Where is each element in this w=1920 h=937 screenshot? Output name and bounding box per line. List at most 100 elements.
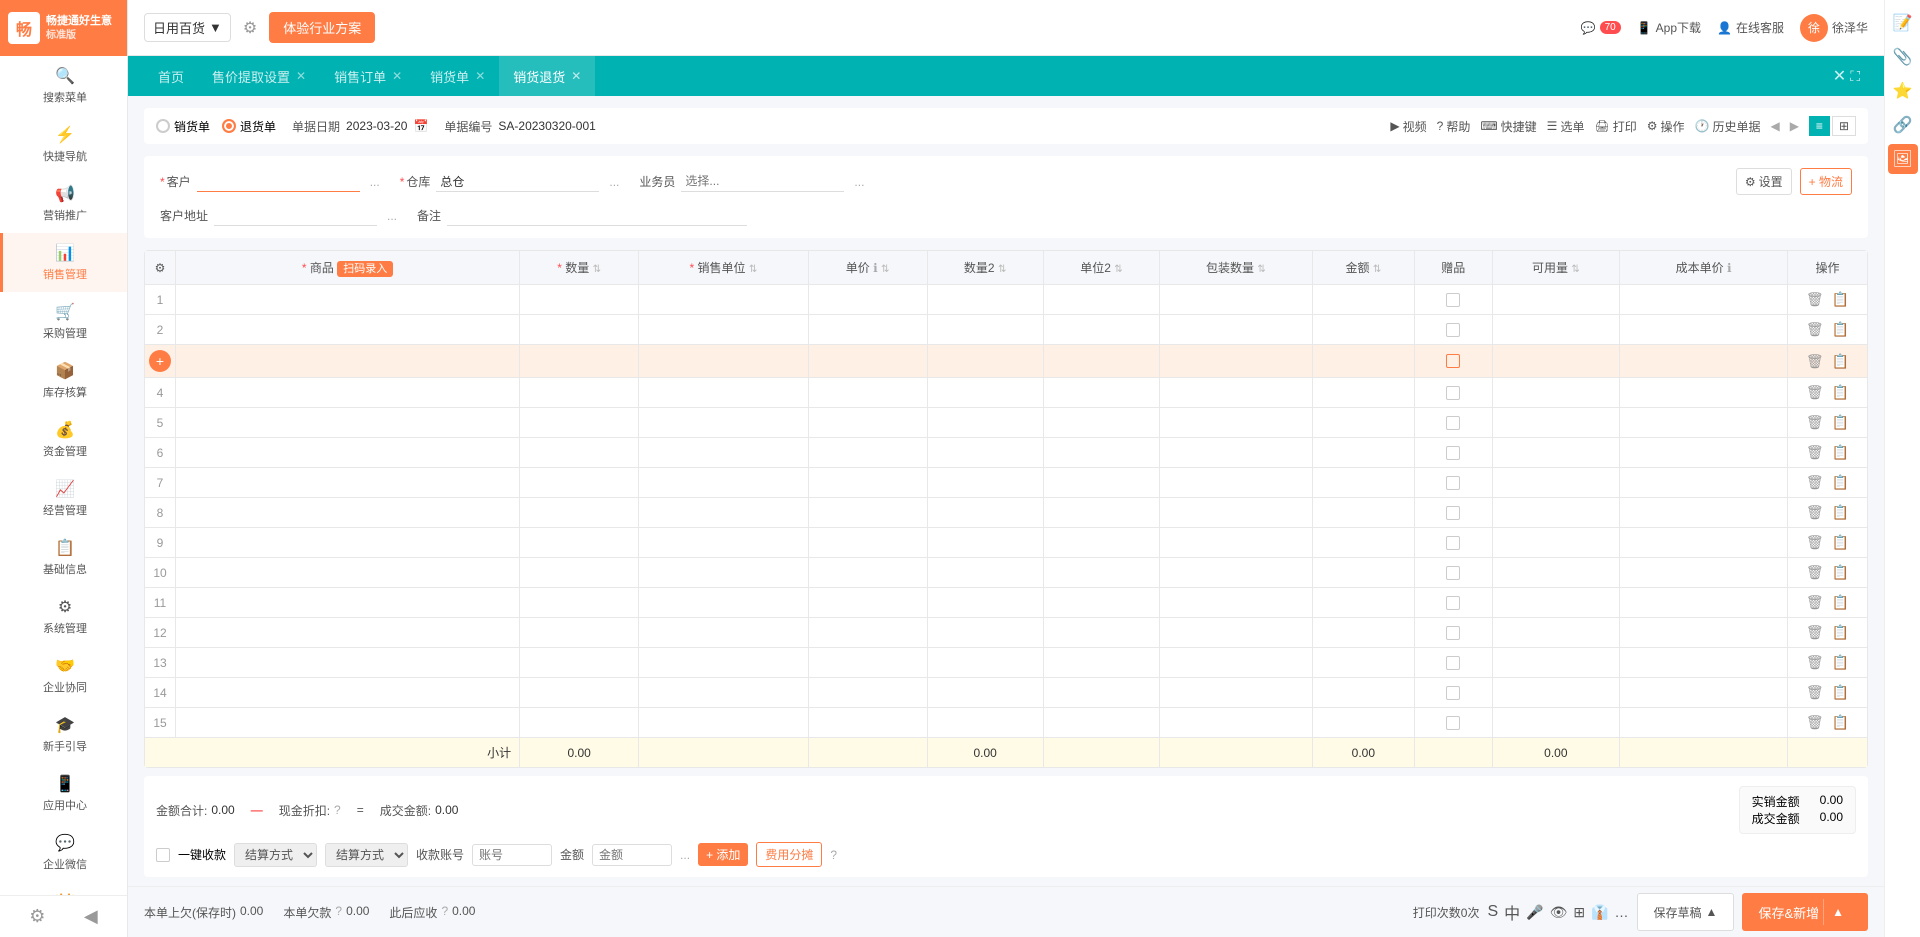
gift-checkbox-6[interactable] xyxy=(1446,446,1460,460)
gift-checkbox-10[interactable] xyxy=(1446,566,1460,580)
single-debt-help[interactable]: ? xyxy=(335,904,342,921)
row-1-pack[interactable] xyxy=(1160,285,1313,315)
shirt-icon[interactable]: 👔 xyxy=(1591,904,1608,921)
close-tab-icon[interactable]: ✕ xyxy=(1833,66,1846,86)
history-btn[interactable]: 🕐 历史单据 xyxy=(1694,118,1760,135)
radio-return[interactable]: 退货单 xyxy=(222,118,276,135)
sidebar-item-inventory[interactable]: 📦 库存核算 xyxy=(0,351,127,410)
copy-icon-14[interactable]: 📋 xyxy=(1832,684,1849,701)
copy-icon-6[interactable]: 📋 xyxy=(1832,444,1849,461)
app-download-btn[interactable]: 📱 App下载 xyxy=(1637,19,1701,36)
gift-checkbox-9[interactable] xyxy=(1446,536,1460,550)
save-draft-btn[interactable]: 保存草稿 ▲ xyxy=(1637,893,1735,931)
sidebar-item-sales[interactable]: 📊 销售管理 xyxy=(0,233,127,292)
sidebar-item-enterprise[interactable]: 🤝 企业协同 xyxy=(0,646,127,705)
copy-icon-5[interactable]: 📋 xyxy=(1832,414,1849,431)
sort-amount-icon[interactable]: ⇅ xyxy=(1373,264,1381,275)
copy-icon-9[interactable]: 📋 xyxy=(1832,534,1849,551)
account-input[interactable] xyxy=(472,844,552,866)
delete-icon-10[interactable]: 🗑 xyxy=(1806,564,1824,581)
settings-btn[interactable]: ⚙ 设置 xyxy=(1736,168,1792,195)
row-1-unit[interactable] xyxy=(639,285,808,315)
delete-icon-3[interactable]: 🗑 xyxy=(1806,353,1824,370)
calendar-icon[interactable]: 📅 xyxy=(413,119,428,133)
delete-icon-4[interactable]: 🗑 xyxy=(1806,384,1824,401)
payment-help-icon[interactable]: ? xyxy=(830,848,837,862)
copy-icon-11[interactable]: 📋 xyxy=(1832,594,1849,611)
cost-info-icon[interactable]: ℹ xyxy=(1727,261,1732,275)
sidebar-item-basic[interactable]: 📋 基础信息 xyxy=(0,528,127,587)
sogou-icon[interactable]: S xyxy=(1487,903,1498,921)
print-btn[interactable]: 🖨 打印 xyxy=(1594,118,1636,135)
sidebar-item-finance[interactable]: 💰 资金管理 xyxy=(0,410,127,469)
receivable-help[interactable]: ? xyxy=(441,904,448,921)
staff-dots[interactable]: ... xyxy=(854,175,864,189)
calculate-method-select[interactable]: 结算方式 xyxy=(325,843,408,867)
mic-icon[interactable]: 🎤 xyxy=(1526,904,1543,921)
online-service-btn[interactable]: 👤 在线客服 xyxy=(1717,19,1784,36)
sidebar-item-search[interactable]: 🔍 搜索菜单 xyxy=(0,56,127,115)
zh-icon[interactable]: 中 xyxy=(1504,900,1520,924)
tab-sale-delivery[interactable]: 销货单 ✕ xyxy=(416,56,499,96)
rp-image-btn[interactable]: 🖼 xyxy=(1888,144,1918,174)
gift-checkbox-12[interactable] xyxy=(1446,626,1460,640)
amount-input[interactable] xyxy=(592,844,672,866)
delete-icon-13[interactable]: 🗑 xyxy=(1806,654,1824,671)
product-input-3[interactable] xyxy=(180,354,515,368)
sidebar-item-shortcut[interactable]: ⚡ 快捷导航 xyxy=(0,115,127,174)
prev-icon[interactable]: ◀ xyxy=(1770,119,1779,133)
delete-icon-14[interactable]: 🗑 xyxy=(1806,684,1824,701)
save-new-btn[interactable]: 保存&新增 ▲ xyxy=(1742,893,1868,931)
gift-checkbox-2[interactable] xyxy=(1446,323,1460,337)
copy-icon-15[interactable]: 📋 xyxy=(1832,714,1849,731)
industry-select[interactable]: 日用百货 ▼ xyxy=(144,13,231,42)
copy-icon-12[interactable]: 📋 xyxy=(1832,624,1849,641)
expand-icon[interactable]: ⛶ xyxy=(1850,68,1860,85)
address-input[interactable] xyxy=(214,205,377,226)
gift-checkbox-13[interactable] xyxy=(1446,656,1460,670)
sort-unit-icon[interactable]: ⇅ xyxy=(749,264,757,275)
copy-icon-3[interactable]: 📋 xyxy=(1832,353,1849,370)
copy-icon-13[interactable]: 📋 xyxy=(1832,654,1849,671)
delete-icon-2[interactable]: 🗑 xyxy=(1806,321,1824,338)
row-1-cost[interactable] xyxy=(1620,285,1788,315)
tab-close-sale-return[interactable]: ✕ xyxy=(571,69,581,83)
collapse-icon[interactable]: ◀ xyxy=(84,906,98,927)
user-menu[interactable]: 徐 徐泽华 xyxy=(1800,14,1868,42)
delete-icon-8[interactable]: 🗑 xyxy=(1806,504,1824,521)
sidebar-item-guide[interactable]: 🎓 新手引导 xyxy=(0,705,127,764)
discount-help-icon[interactable]: ? xyxy=(334,803,341,817)
sidebar-item-apps[interactable]: 📱 应用中心 xyxy=(0,764,127,823)
view-grid-btn[interactable]: ⊞ xyxy=(1832,116,1856,136)
tab-sale-order[interactable]: 销售订单 ✕ xyxy=(320,56,416,96)
sort-unit2-icon[interactable]: ⇅ xyxy=(1114,264,1122,275)
row-1-qty[interactable] xyxy=(520,285,639,315)
add-row-btn[interactable]: + xyxy=(149,350,171,372)
copy-icon-7[interactable]: 📋 xyxy=(1832,474,1849,491)
delete-icon-7[interactable]: 🗑 xyxy=(1806,474,1824,491)
operate-btn[interactable]: ⚙ 操作 xyxy=(1647,118,1685,135)
rp-link-btn[interactable]: 🔗 xyxy=(1888,110,1918,140)
delete-icon-11[interactable]: 🗑 xyxy=(1806,594,1824,611)
grid-icon[interactable]: ⊞ xyxy=(1573,904,1585,921)
copy-icon-10[interactable]: 📋 xyxy=(1832,564,1849,581)
price-info-icon[interactable]: ℹ xyxy=(873,261,878,275)
row-1-product[interactable] xyxy=(176,285,520,315)
gift-checkbox-5[interactable] xyxy=(1446,416,1460,430)
tab-sale-return[interactable]: 销货退货 ✕ xyxy=(499,56,595,96)
gift-checkbox-1[interactable] xyxy=(1446,293,1460,307)
view-table-btn[interactable]: ≡ xyxy=(1809,116,1830,136)
settings-icon[interactable]: ⚙ xyxy=(29,906,45,927)
delete-icon-5[interactable]: 🗑 xyxy=(1806,414,1824,431)
copy-icon-4[interactable]: 📋 xyxy=(1832,384,1849,401)
sidebar-item-purchase[interactable]: 🛒 采购管理 xyxy=(0,292,127,351)
radio-sale[interactable]: 销货单 xyxy=(156,118,210,135)
rp-star-btn[interactable]: ⭐ xyxy=(1888,76,1918,106)
delete-icon-6[interactable]: 🗑 xyxy=(1806,444,1824,461)
logistics-btn[interactable]: + 物流 xyxy=(1800,168,1852,195)
delete-icon-15[interactable]: 🗑 xyxy=(1806,714,1824,731)
staff-input[interactable] xyxy=(681,171,844,192)
help-btn[interactable]: ? 帮助 xyxy=(1437,118,1471,135)
gift-checkbox-11[interactable] xyxy=(1446,596,1460,610)
copy-icon-2[interactable]: 📋 xyxy=(1832,321,1849,338)
